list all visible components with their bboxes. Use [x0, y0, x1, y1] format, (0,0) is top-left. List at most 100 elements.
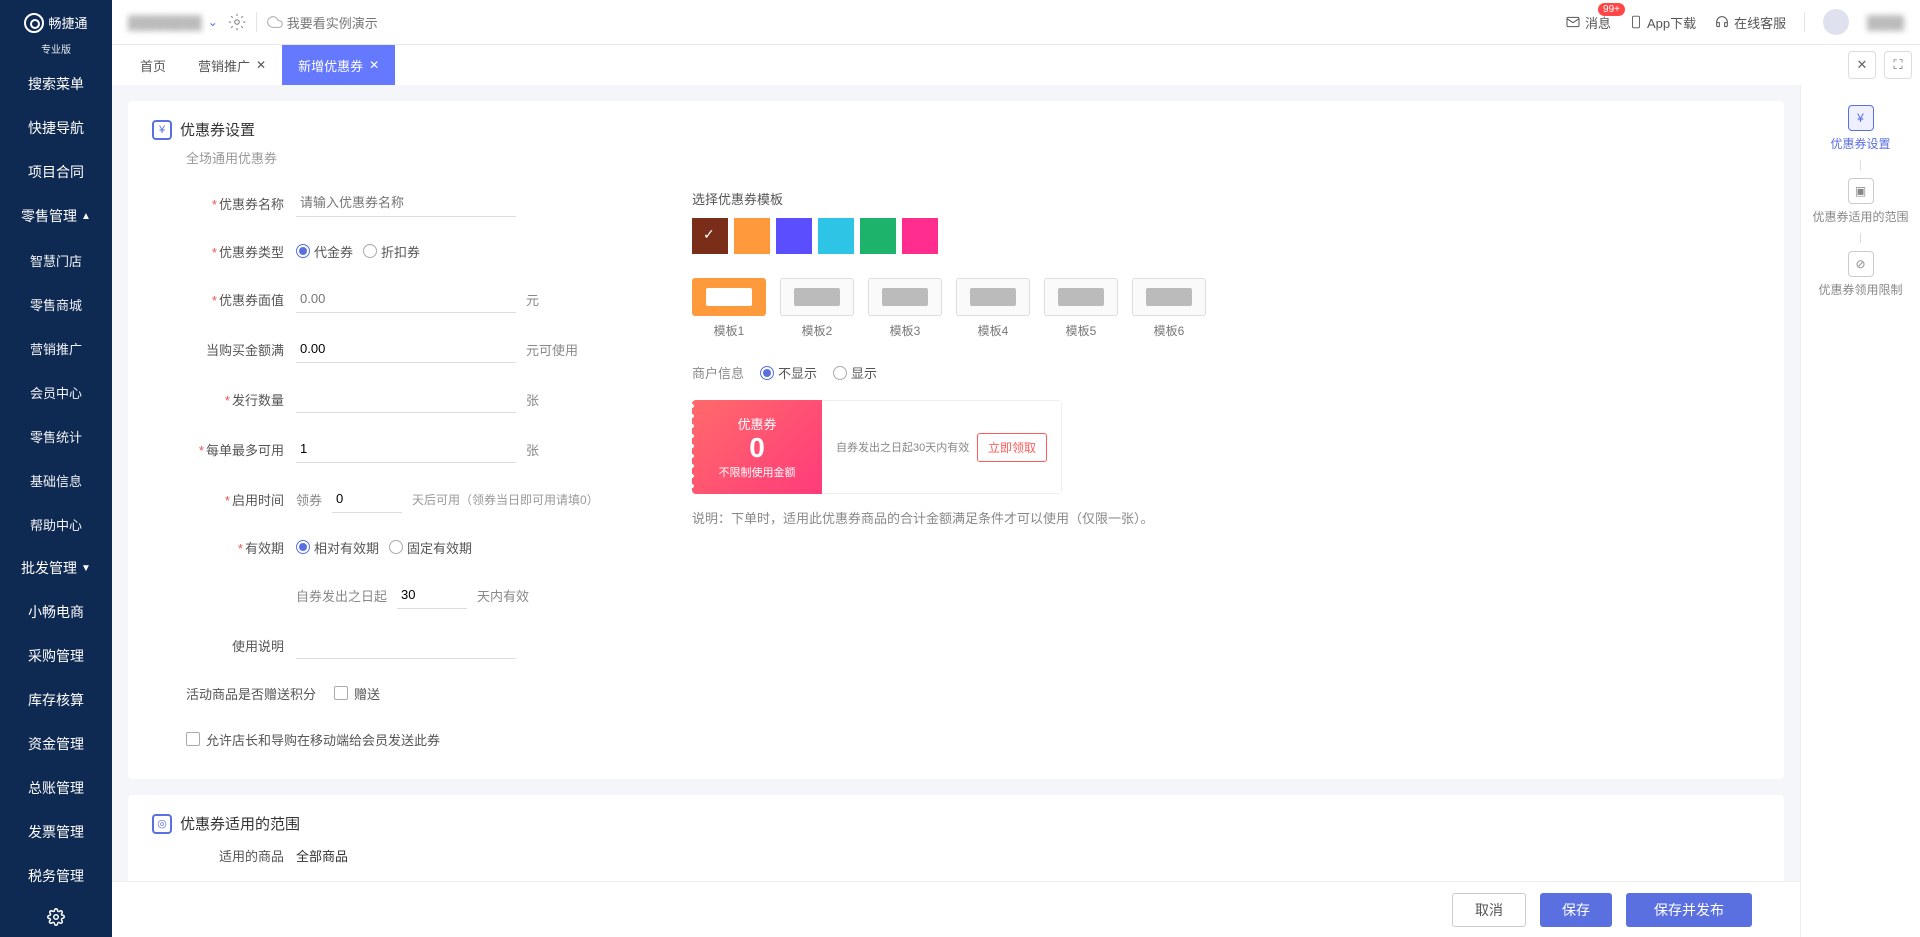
- save-button[interactable]: 保存: [1540, 893, 1612, 927]
- anchor-icon: ▣: [1848, 178, 1874, 204]
- app-download-link[interactable]: App下载: [1629, 13, 1696, 32]
- sidebar-item-member[interactable]: 会员中心: [0, 370, 112, 414]
- template-title: 选择优惠券模板: [692, 189, 1760, 208]
- org-name: ████████: [128, 15, 202, 30]
- issue-count-input[interactable]: [296, 385, 516, 413]
- max-per-order-input[interactable]: [296, 435, 516, 463]
- template-2[interactable]: 模板2: [780, 278, 854, 339]
- headset-icon: [1714, 14, 1730, 30]
- coupon-name-input[interactable]: [296, 189, 516, 217]
- settings-icon[interactable]: [228, 13, 246, 31]
- fullscreen-button[interactable]: ⛶: [1884, 51, 1912, 79]
- sidebar-item-quicknav[interactable]: 快捷导航: [0, 106, 112, 150]
- demo-link[interactable]: 我要看实例演示: [267, 13, 378, 32]
- merchant-info-label: 商户信息: [692, 363, 744, 382]
- anchor-limit[interactable]: ⊘ 优惠券领用限制: [1805, 243, 1916, 306]
- template-1[interactable]: 模板1: [692, 278, 766, 339]
- scope-goods-value: 全部商品: [296, 846, 348, 865]
- swatch-2[interactable]: [734, 218, 770, 254]
- footer-actions: 取消 保存 保存并发布: [112, 881, 1800, 937]
- checkbox-points[interactable]: 赠送: [334, 684, 380, 703]
- close-icon[interactable]: ✕: [369, 58, 379, 72]
- sidebar-item-retailmall[interactable]: 零售商城: [0, 282, 112, 326]
- sidebar: 畅捷通 专业版 搜索菜单 快捷导航 项目合同 零售管理▲ 智慧门店 零售商城 营…: [0, 0, 112, 937]
- section-title: 优惠券设置: [180, 119, 255, 140]
- swatch-1[interactable]: [692, 218, 728, 254]
- sidebar-item-smartstore[interactable]: 智慧门店: [0, 238, 112, 282]
- radio-relative-valid[interactable]: 相对有效期: [296, 538, 379, 557]
- sidebar-item-tax[interactable]: 税务管理: [0, 854, 112, 897]
- mobile-icon: [1629, 14, 1643, 30]
- radio-fixed-valid[interactable]: 固定有效期: [389, 538, 472, 557]
- section-icon: ◎: [152, 814, 172, 834]
- sidebar-item-help[interactable]: 帮助中心: [0, 502, 112, 546]
- usage-desc-input[interactable]: [296, 631, 516, 659]
- tab-add-coupon[interactable]: 新增优惠券✕: [282, 45, 395, 85]
- sidebar-item-ecommerce[interactable]: 小畅电商: [0, 590, 112, 634]
- cancel-button[interactable]: 取消: [1452, 893, 1526, 927]
- enable-days-input[interactable]: [332, 485, 402, 513]
- anchor-scope[interactable]: ▣ 优惠券适用的范围: [1805, 170, 1916, 233]
- preview-claim-button[interactable]: 立即领取: [977, 433, 1047, 462]
- template-4[interactable]: 模板4: [956, 278, 1030, 339]
- face-value-input[interactable]: [296, 285, 516, 313]
- sidebar-item-purchase[interactable]: 采购管理: [0, 634, 112, 678]
- preview-name: 优惠券: [737, 414, 776, 433]
- tab-home[interactable]: 首页: [124, 45, 182, 85]
- sidebar-item-funds[interactable]: 资金管理: [0, 722, 112, 766]
- preview-valid: 自券发出之日起30天内有效: [836, 439, 969, 455]
- preview-condition: 不限制使用金额: [719, 464, 796, 480]
- preview-amount: 0: [749, 433, 765, 464]
- radio-discount[interactable]: 折扣券: [363, 242, 420, 261]
- radio-voucher[interactable]: 代金券: [296, 242, 353, 261]
- caret-down-icon: ▼: [81, 563, 91, 574]
- sidebar-item-search[interactable]: 搜索菜单: [0, 62, 112, 106]
- sidebar-item-retailstat[interactable]: 零售统计: [0, 414, 112, 458]
- messages-link[interactable]: 消息 99+: [1565, 13, 1611, 32]
- service-link[interactable]: 在线客服: [1714, 13, 1786, 32]
- topbar: ████████ ⌄ 我要看实例演示 消息 99+ App下载 在线客服 ███…: [112, 0, 1920, 45]
- anchor-settings[interactable]: ¥ 优惠券设置: [1805, 97, 1916, 160]
- radio-hide-merchant[interactable]: 不显示: [760, 363, 817, 382]
- template-6[interactable]: 模板6: [1132, 278, 1206, 339]
- template-list: 模板1 模板2 模板3 模板4 模板5 模板6: [692, 278, 1760, 339]
- swatch-6[interactable]: [902, 218, 938, 254]
- section-subtitle: 全场通用优惠券: [186, 148, 1760, 167]
- template-3[interactable]: 模板3: [868, 278, 942, 339]
- save-publish-button[interactable]: 保存并发布: [1626, 893, 1752, 927]
- brand-name: 畅捷通: [48, 13, 87, 32]
- username: ████: [1867, 15, 1904, 30]
- swatch-3[interactable]: [776, 218, 812, 254]
- template-5[interactable]: 模板5: [1044, 278, 1118, 339]
- sidebar-menu: 搜索菜单 快捷导航 项目合同 零售管理▲ 智慧门店 零售商城 营销推广 会员中心…: [0, 62, 112, 897]
- main-scroll[interactable]: ¥ 优惠券设置 全场通用优惠券 *优惠券名称 *优惠券类型 代金券 折扣券: [112, 85, 1800, 937]
- chevron-down-icon: ⌄: [208, 15, 218, 29]
- sidebar-settings[interactable]: [0, 897, 112, 937]
- sidebar-item-invoice[interactable]: 发票管理: [0, 810, 112, 854]
- brand-logo[interactable]: 畅捷通: [0, 0, 112, 45]
- sidebar-item-inventory[interactable]: 库存核算: [0, 678, 112, 722]
- valid-days-input[interactable]: [397, 581, 467, 609]
- checkbox-allow-mobile[interactable]: 允许店长和导购在移动端给会员发送此券: [186, 730, 440, 749]
- close-all-button[interactable]: ✕: [1848, 51, 1876, 79]
- section-icon: ¥: [152, 120, 172, 140]
- min-amount-input[interactable]: [296, 335, 516, 363]
- gear-icon: [47, 908, 65, 926]
- color-swatches: [692, 218, 1760, 254]
- sidebar-item-retail[interactable]: 零售管理▲: [0, 194, 112, 238]
- anchor-icon: ¥: [1848, 105, 1874, 131]
- org-switcher[interactable]: ████████ ⌄: [128, 15, 218, 30]
- swatch-4[interactable]: [818, 218, 854, 254]
- swatch-5[interactable]: [860, 218, 896, 254]
- sidebar-item-ledger[interactable]: 总账管理: [0, 766, 112, 810]
- radio-show-merchant[interactable]: 显示: [833, 363, 877, 382]
- close-icon[interactable]: ✕: [256, 58, 266, 72]
- sidebar-item-marketing[interactable]: 营销推广: [0, 326, 112, 370]
- caret-up-icon: ▲: [81, 211, 91, 222]
- tab-marketing[interactable]: 营销推广✕: [182, 45, 282, 85]
- avatar[interactable]: [1823, 9, 1849, 35]
- sidebar-item-wholesale[interactable]: 批发管理▼: [0, 546, 112, 590]
- anchor-nav: ¥ 优惠券设置 ▣ 优惠券适用的范围 ⊘ 优惠券领用限制: [1800, 85, 1920, 937]
- sidebar-item-project[interactable]: 项目合同: [0, 150, 112, 194]
- sidebar-item-baseinfo[interactable]: 基础信息: [0, 458, 112, 502]
